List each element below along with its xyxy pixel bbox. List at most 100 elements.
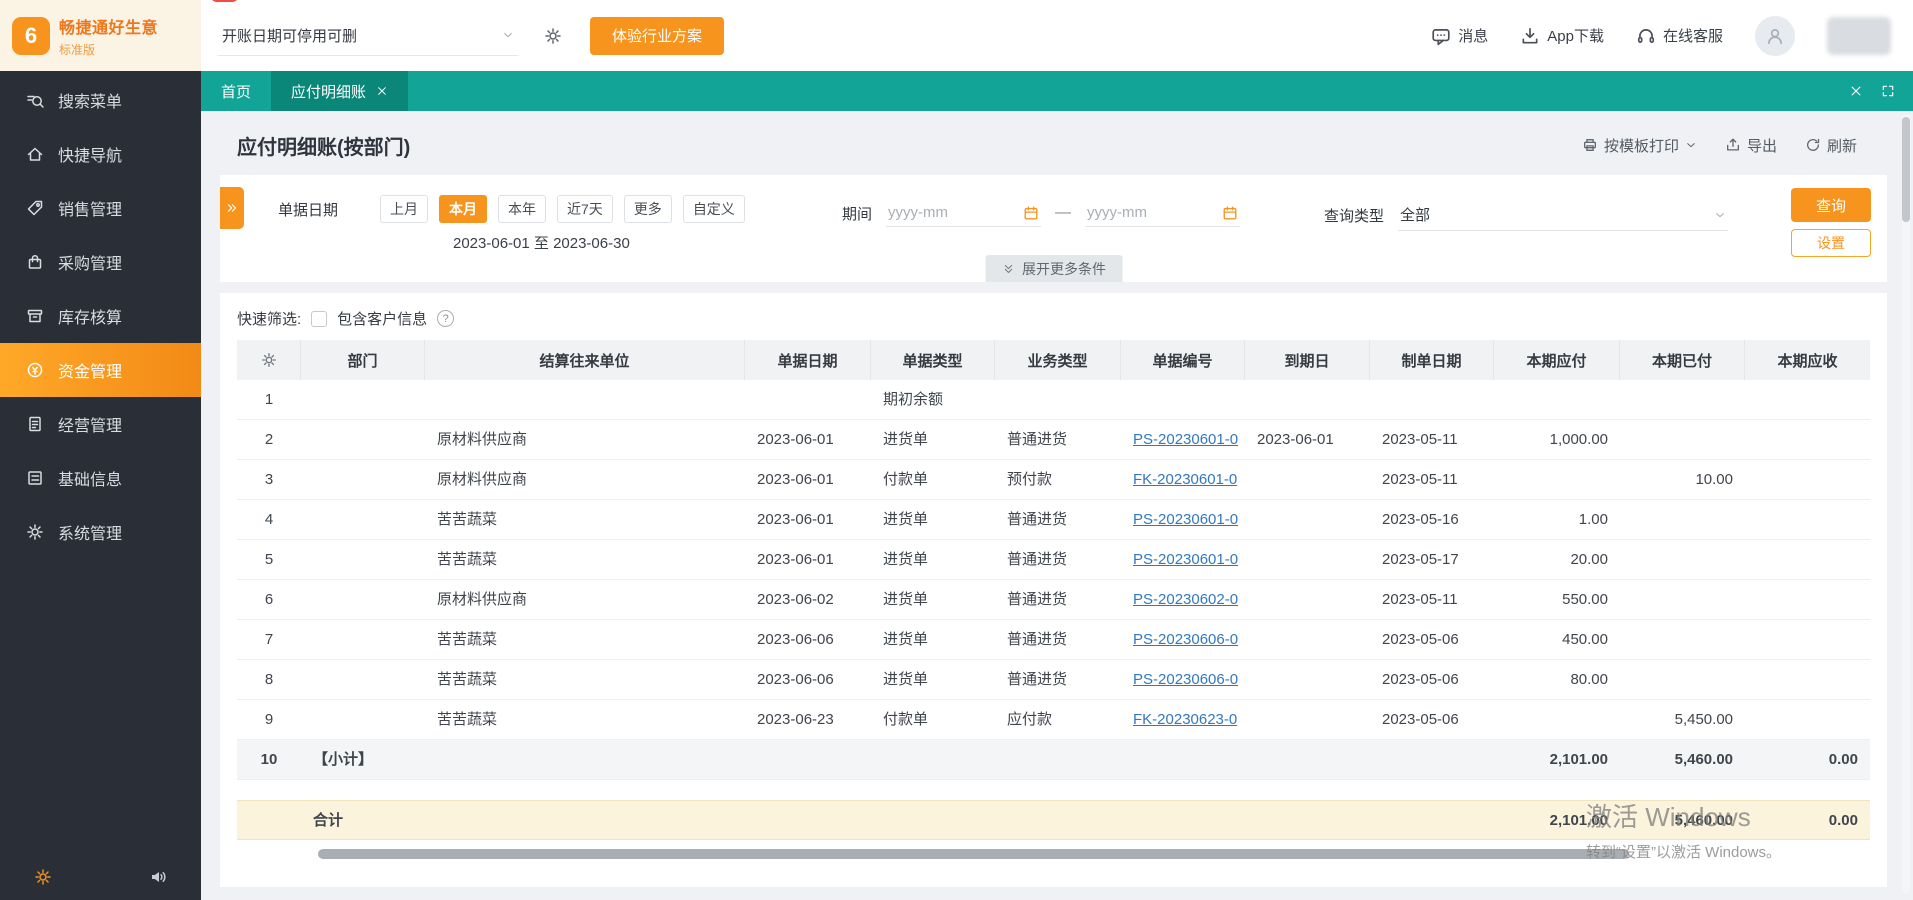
date-option-chip[interactable]: 本月 [439,195,488,223]
cell-make: 2023-05-17 [1382,551,1459,568]
sidebar-item-sys[interactable]: 系统管理 [0,505,201,559]
column-settings-icon[interactable] [237,340,301,380]
row-number: 5 [264,551,274,568]
help-icon[interactable]: ? [437,310,455,327]
cell-party: 苦苦蔬菜 [437,631,498,648]
account-name-blurred[interactable] [1827,16,1891,55]
cell-recv [1745,540,1870,579]
app-root: 6 畅捷通好生意 标准版 搜索菜单 快捷导航 销售管理 采购管理库存核算资金管理 经营管… [0,0,1913,900]
cell-paid [1620,540,1745,579]
cell-biz: 普通进货 [1007,591,1068,608]
cell-pay: 1.00 [1578,511,1608,528]
topbar-right: 99+ 消息 App下载 在线客服 [210,0,1891,56]
date-option-chip[interactable]: 近7天 [557,195,613,223]
tab-home[interactable]: 首页 [201,71,271,111]
sidebar-item-doc[interactable]: 经营管理 [0,397,201,451]
print-template-button[interactable]: 按模板打印 [1582,135,1697,156]
doc-number-link[interactable]: PS-20230601-0 [1133,551,1238,568]
app-download-button[interactable]: App下载 [1520,25,1604,46]
include-customer-checkbox[interactable] [311,310,328,327]
account-set-select[interactable]: 开账日期可停用可删 [218,16,518,56]
date-option-chip[interactable]: 自定义 [682,195,745,223]
date-option-chip[interactable]: 本年 [498,195,547,223]
collapse-filter-button[interactable] [220,187,244,229]
cell-party [425,380,745,419]
sidebar-item-tag[interactable]: 销售管理 [0,181,201,235]
cell-party: 原材料供应商 [437,591,528,608]
chevrons-down-icon [1001,262,1015,276]
column-header-no: 单据编号 [1121,340,1245,380]
column-header-biz: 业务类型 [995,340,1121,380]
tab-payable-ledger[interactable]: 应付明细账 [271,71,409,111]
cell-biz: 普通进货 [1007,631,1068,648]
subtotal-row: 10 【小计】 2,101.00 5,460.00 0.00 [237,740,1870,780]
sidebar-item-home[interactable]: 快捷导航 [0,127,201,181]
brand-logo: 6 畅捷通好生意 标准版 [0,0,201,71]
refresh-icon [1805,137,1821,153]
sidebar-item-search[interactable]: 搜索菜单 [0,73,201,127]
online-service-label: 在线客服 [1662,28,1723,45]
doc-number-link[interactable]: PS-20230601-0 [1133,431,1238,448]
tabbar-tools [1849,71,1913,111]
refresh-button[interactable]: 刷新 [1805,135,1857,156]
cell-biz: 应付款 [1007,711,1053,728]
cell-dept [301,540,425,579]
doc-number-link[interactable]: PS-20230602-0 [1133,591,1238,608]
vertical-scrollbar-thumb[interactable] [1902,117,1910,222]
cell-due [1245,660,1370,699]
calendar-icon[interactable] [1023,205,1039,221]
cell-party [425,740,745,779]
cell-type: 付款单 [883,471,929,488]
sidebar-item-label: 库存核算 [58,310,123,327]
close-all-tabs-icon[interactable] [1849,84,1863,98]
cell-pay [1494,460,1620,499]
table-row: 2 原材料供应商 2023-06-01 进货单 普通进货 PS-20230601-0 202… [237,420,1870,460]
search-button[interactable]: 查询 [1791,188,1871,222]
sidebar-item-label: 系统管理 [58,526,123,543]
brand-subtitle: 标准版 [59,42,96,57]
period-end-input[interactable]: yyyy-mm [1085,199,1241,227]
chevron-down-icon [1685,139,1697,151]
doc-number-link[interactable]: FK-20230623-0 [1133,711,1237,728]
date-option-chip[interactable]: 更多 [623,195,672,223]
export-button[interactable]: 导出 [1725,135,1777,156]
sidebar-settings-icon[interactable] [34,868,52,886]
column-header-recv: 本期应收 [1777,352,1838,370]
online-service-button[interactable]: 在线客服 [1636,25,1723,46]
cell-type: 期初余额 [883,391,944,408]
row-number: 6 [264,591,274,608]
cell-biz: 普通进货 [1007,431,1068,448]
calendar-icon[interactable] [1222,205,1238,221]
sidebar-item-bag[interactable]: 采购管理 [0,235,201,289]
horizontal-scrollbar[interactable] [254,848,1853,860]
vertical-scrollbar[interactable] [1902,115,1910,894]
sidebar-item-box[interactable]: 库存核算 [0,289,201,343]
horizontal-scrollbar-thumb[interactable] [318,849,1630,859]
doc-number-link[interactable]: PS-20230601-0 [1133,511,1238,528]
expand-more-button[interactable]: 展开更多条件 [985,255,1122,282]
sidebar-item-money[interactable]: 资金管理 [0,343,201,397]
settings-button[interactable]: 设置 [1791,229,1871,257]
doc-number-link[interactable]: FK-20230601-0 [1133,471,1237,488]
volume-icon[interactable] [149,868,167,886]
date-option-chip[interactable]: 上月 [380,195,429,223]
cell-party: 苦苦蔬菜 [437,551,498,568]
avatar[interactable] [1755,15,1795,56]
cell-party: 苦苦蔬菜 [437,671,498,688]
sidebar-item-list[interactable]: 基础信息 [0,451,201,505]
doc-number-link[interactable]: PS-20230606-0 [1133,631,1238,648]
cell-pay: 20.00 [1570,551,1608,568]
fullscreen-icon[interactable] [1881,84,1895,98]
table-header: 部门 结算往来单位 单据日期 单据类型 业务类型 单据编号 到期日 制单日期 本期应付 本期已付 本… [237,340,1870,380]
trial-solution-button[interactable]: 体验行业方案 [590,16,725,55]
cell-paid [1620,420,1745,459]
quick-filter-row: 快速筛选: 包含客户信息 ? [220,293,1887,340]
topbar-gear-icon[interactable] [544,27,562,45]
period-start-input[interactable]: yyyy-mm [886,199,1042,227]
messages-button[interactable]: 99+ 消息 [210,0,1488,46]
period-label: 期间 [842,205,873,223]
doc-number-link[interactable]: PS-20230606-0 [1133,671,1238,688]
cell-recv [1745,620,1870,659]
tab-close-icon[interactable] [376,85,388,97]
query-type-select[interactable]: 全部 [1398,199,1729,231]
